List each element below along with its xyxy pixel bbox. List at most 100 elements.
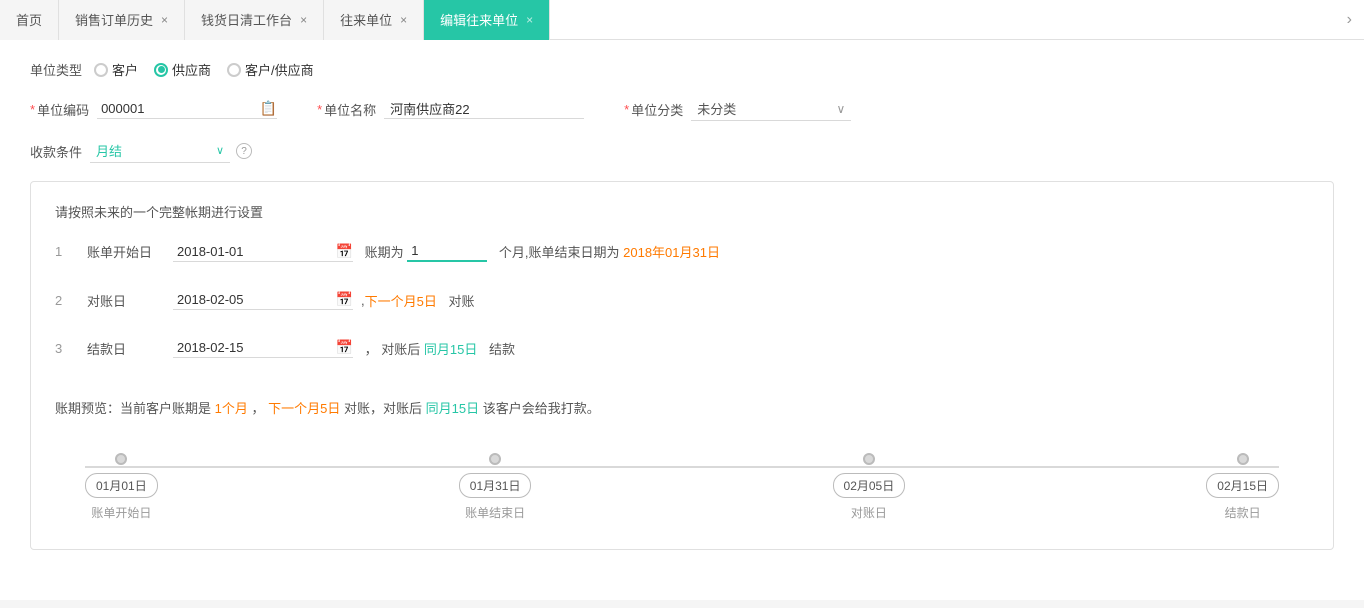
row-3-comma: ， 对账后 (361, 339, 424, 358)
timeline-item-3: 02月15日 结款日 (1206, 453, 1279, 521)
row-2-suffix: 对账 (445, 291, 475, 310)
timeline: 01月01日 账单开始日 01月31日 账单结束日 02月05日 对账日 02月… (55, 437, 1309, 529)
timeline-dot-2 (863, 453, 875, 465)
category-dropdown-arrow: ∨ (836, 102, 845, 116)
timeline-badge-1: 01月31日 (459, 473, 532, 498)
tab-partners-label: 往来单位 (340, 10, 392, 29)
row-1-label: 账单开始日 (87, 242, 157, 261)
setting-row-2: 2 对账日 📅 , 下一个月5日 对账 (55, 290, 1309, 310)
preview-mid2: 对账，对账后 (344, 401, 422, 416)
tab-more-button[interactable]: › (1335, 11, 1364, 29)
preview-orange2: 下一个月5日 (268, 401, 340, 416)
category-field-group: * 单位分类 未分类 ∨ (624, 97, 851, 121)
code-label: 单位编码 (37, 100, 89, 119)
radio-customer-supplier-label: 客户/供应商 (245, 60, 314, 79)
row-1-calendar-icon[interactable]: 📅 (336, 243, 353, 260)
category-required-star: * (624, 102, 629, 117)
timeline-badge-3: 02月15日 (1206, 473, 1279, 498)
timeline-label-1: 账单结束日 (465, 504, 525, 521)
code-input[interactable] (97, 99, 260, 118)
name-label: 单位名称 (324, 100, 376, 119)
close-cash-daily[interactable]: × (300, 13, 307, 27)
timeline-item-1: 01月31日 账单结束日 (459, 453, 532, 521)
radio-supplier[interactable]: 供应商 (154, 60, 211, 79)
row-2-date-wrapper: 📅 (173, 290, 353, 310)
unit-type-radio-group: 客户 供应商 客户/供应商 (94, 60, 314, 79)
payment-select-wrap: 月结 ∨ ? (90, 139, 252, 163)
code-name-category-row: * 单位编码 📋 * 单位名称 * 单位分类 未分类 ∨ (30, 97, 1334, 121)
period-input[interactable] (407, 241, 487, 262)
radio-supplier-circle (154, 63, 168, 77)
code-input-wrapper: 📋 (97, 99, 277, 119)
unit-type-label: 单位类型 (30, 60, 82, 79)
radio-customer[interactable]: 客户 (94, 60, 138, 79)
radio-customer-supplier-circle (227, 63, 241, 77)
payment-info-icon[interactable]: ? (236, 143, 252, 159)
setting-row-3: 3 结款日 📅 ， 对账后 同月15日 结款 (55, 338, 1309, 358)
row-1-mid-text: 账期为 (361, 242, 407, 261)
timeline-items: 01月01日 账单开始日 01月31日 账单结束日 02月05日 对账日 02月… (85, 453, 1279, 521)
radio-supplier-label: 供应商 (172, 60, 211, 79)
tab-cash-daily[interactable]: 钱货日清工作台 × (185, 0, 324, 40)
settings-section: 请按照未来的一个完整帐期进行设置 1 账单开始日 📅 账期为 个月,账单结束日期… (30, 181, 1334, 550)
code-required-star: * (30, 102, 35, 117)
radio-customer-circle (94, 63, 108, 77)
category-select[interactable]: 未分类 ∨ (691, 97, 851, 121)
payment-value: 月结 (96, 141, 210, 160)
code-field-group: * 单位编码 📋 (30, 99, 277, 119)
tab-home-label: 首页 (16, 10, 42, 29)
timeline-label-0: 账单开始日 (91, 504, 151, 521)
preview-label: 账期预览：当前客户账期是 (55, 401, 211, 416)
row-1-end-date: 2018年01月31日 (623, 242, 720, 261)
row-2-next-date: 下一个月5日 (365, 291, 437, 310)
preview-end: 该客户会给我打款。 (483, 401, 600, 416)
setting-row-1: 1 账单开始日 📅 账期为 个月,账单结束日期为 2018年01月31日 (55, 241, 1309, 262)
row-3-calendar-icon[interactable]: 📅 (336, 339, 353, 356)
row-3-date-input[interactable] (173, 338, 336, 357)
name-required-star: * (317, 102, 322, 117)
unit-type-row: 单位类型 客户 供应商 客户/供应商 (30, 60, 1334, 79)
preview-text: 账期预览：当前客户账期是 1个月 ， 下一个月5日 对账，对账后 同月15日 该… (55, 386, 1309, 417)
row-2-label: 对账日 (87, 291, 157, 310)
row-2-date-input[interactable] (173, 290, 336, 309)
category-value: 未分类 (697, 99, 836, 118)
tabs-bar: 首页 销售订单历史 × 钱货日清工作台 × 往来单位 × 编辑往来单位 × › (0, 0, 1364, 40)
close-partners[interactable]: × (400, 13, 407, 27)
category-label: 单位分类 (631, 100, 683, 119)
tab-edit-partner-label: 编辑往来单位 (440, 10, 518, 29)
row-2-calendar-icon[interactable]: 📅 (336, 291, 353, 308)
close-sales-history[interactable]: × (161, 13, 168, 27)
tab-partners[interactable]: 往来单位 × (324, 0, 424, 40)
payment-dropdown-arrow: ∨ (216, 144, 224, 157)
tab-sales-history-label: 销售订单历史 (75, 10, 153, 29)
row-3-suffix: 结款 (485, 339, 515, 358)
name-input[interactable] (384, 99, 584, 119)
timeline-label-2: 对账日 (851, 504, 887, 521)
payment-row: 收款条件 月结 ∨ ? (30, 139, 1334, 163)
code-calendar-icon[interactable]: 📋 (260, 100, 277, 117)
row-1-date-input[interactable] (173, 242, 336, 261)
timeline-item-2: 02月05日 对账日 (833, 453, 906, 521)
tab-home[interactable]: 首页 (0, 0, 59, 40)
timeline-badge-0: 01月01日 (85, 473, 158, 498)
name-field-group: * 单位名称 (317, 99, 584, 119)
payment-label: 收款条件 (30, 142, 82, 161)
timeline-dot-0 (115, 453, 127, 465)
preview-orange1: 1个月 (215, 401, 248, 416)
radio-customer-supplier[interactable]: 客户/供应商 (227, 60, 314, 79)
timeline-label-3: 结款日 (1225, 504, 1261, 521)
row-3-same-month: 同月15日 (424, 339, 477, 358)
timeline-badge-2: 02月05日 (833, 473, 906, 498)
row-1-num: 1 (55, 244, 75, 259)
timeline-item-0: 01月01日 账单开始日 (85, 453, 158, 521)
timeline-dot-1 (489, 453, 501, 465)
tab-sales-history[interactable]: 销售订单历史 × (59, 0, 185, 40)
preview-mid1: ， (252, 401, 265, 416)
tab-edit-partner[interactable]: 编辑往来单位 × (424, 0, 550, 40)
timeline-dot-3 (1237, 453, 1249, 465)
payment-select[interactable]: 月结 ∨ (90, 139, 230, 163)
row-1-suffix: 个月,账单结束日期为 (495, 242, 623, 261)
page-content: 单位类型 客户 供应商 客户/供应商 * 单位编码 📋 (0, 40, 1364, 600)
section-title: 请按照未来的一个完整帐期进行设置 (55, 202, 1309, 221)
close-edit-partner[interactable]: × (526, 13, 533, 27)
